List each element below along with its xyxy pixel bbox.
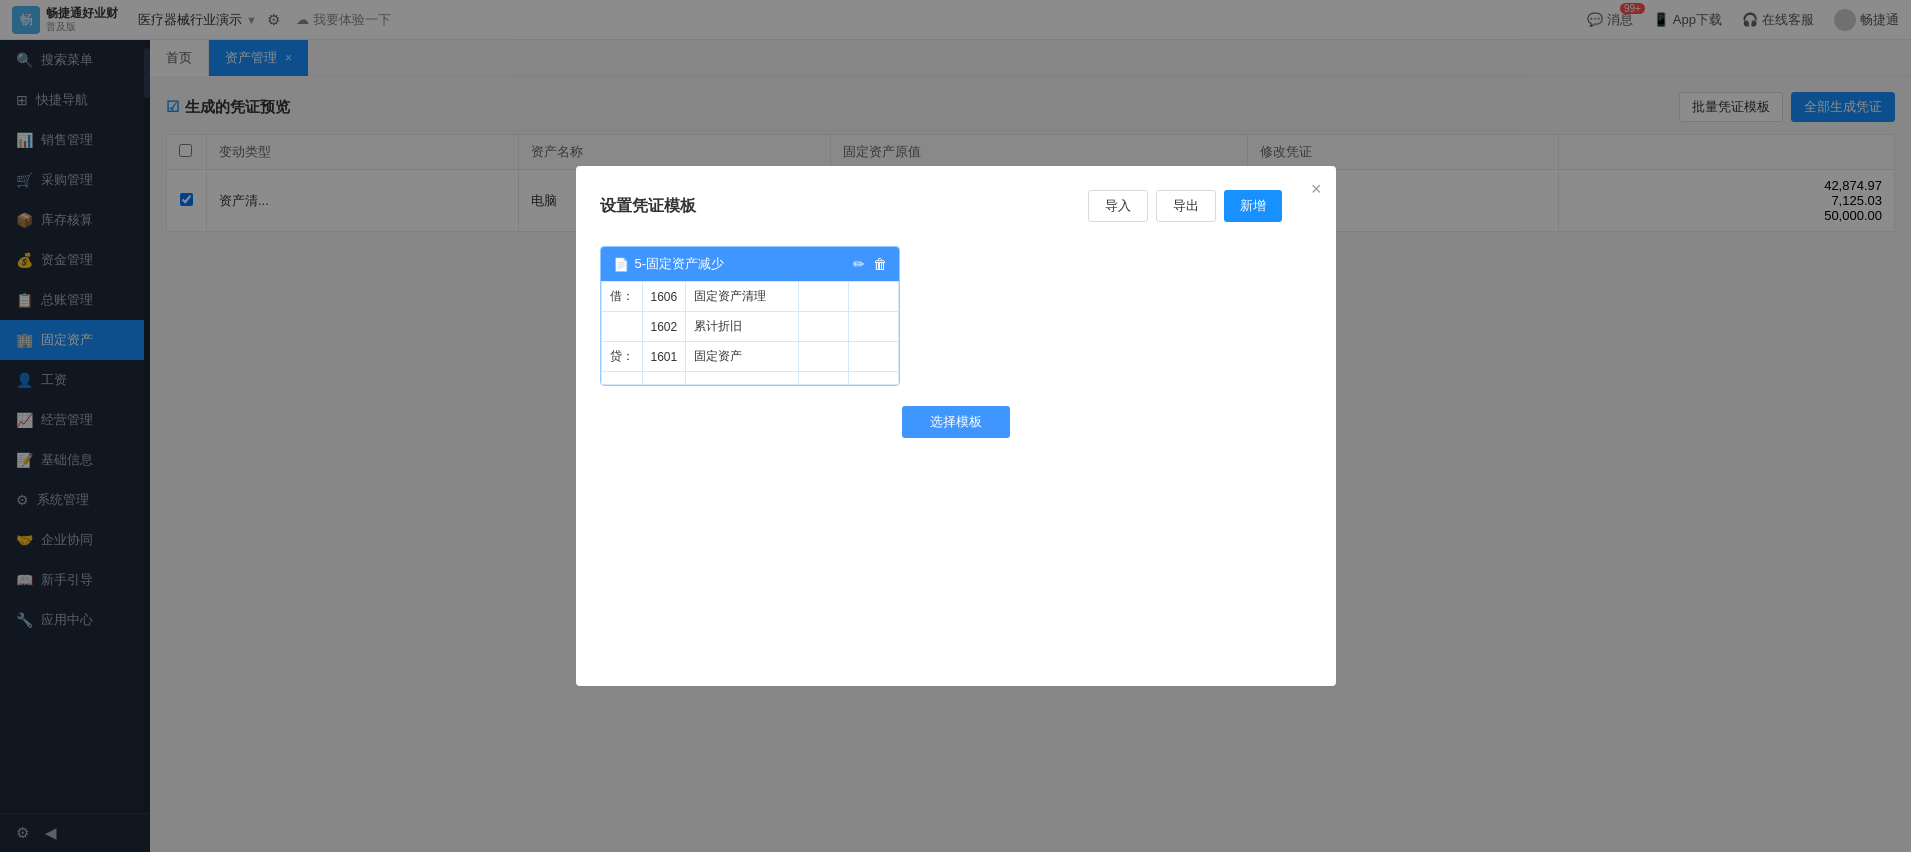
export-button[interactable]: 导出 [1156, 190, 1216, 222]
template-row-2: 1602 累计折旧 [601, 312, 898, 342]
select-template-button[interactable]: 选择模板 [902, 406, 1010, 438]
template-row-3: 贷： 1601 固定资产 [601, 342, 898, 372]
modal-overlay: × 设置凭证模板 导入 导出 新增 📄 5-固定资产减少 ✏ 🗑 [0, 0, 1911, 852]
template-row-1: 借： 1606 固定资产清理 [601, 282, 898, 312]
template-doc-icon: 📄 [613, 257, 629, 272]
template-title: 5-固定资产减少 [635, 255, 725, 273]
template-edit-icon[interactable]: ✏ [853, 256, 865, 272]
dialog: × 设置凭证模板 导入 导出 新增 📄 5-固定资产减少 ✏ 🗑 [576, 166, 1336, 686]
import-button[interactable]: 导入 [1088, 190, 1148, 222]
new-template-button[interactable]: 新增 [1224, 190, 1282, 222]
template-delete-icon[interactable]: 🗑 [873, 256, 887, 272]
dialog-close-button[interactable]: × [1311, 180, 1322, 198]
dialog-title: 设置凭证模板 [600, 196, 696, 217]
template-row-empty [601, 372, 898, 385]
template-card: 📄 5-固定资产减少 ✏ 🗑 借： 1606 固定资产清理 [600, 246, 900, 386]
